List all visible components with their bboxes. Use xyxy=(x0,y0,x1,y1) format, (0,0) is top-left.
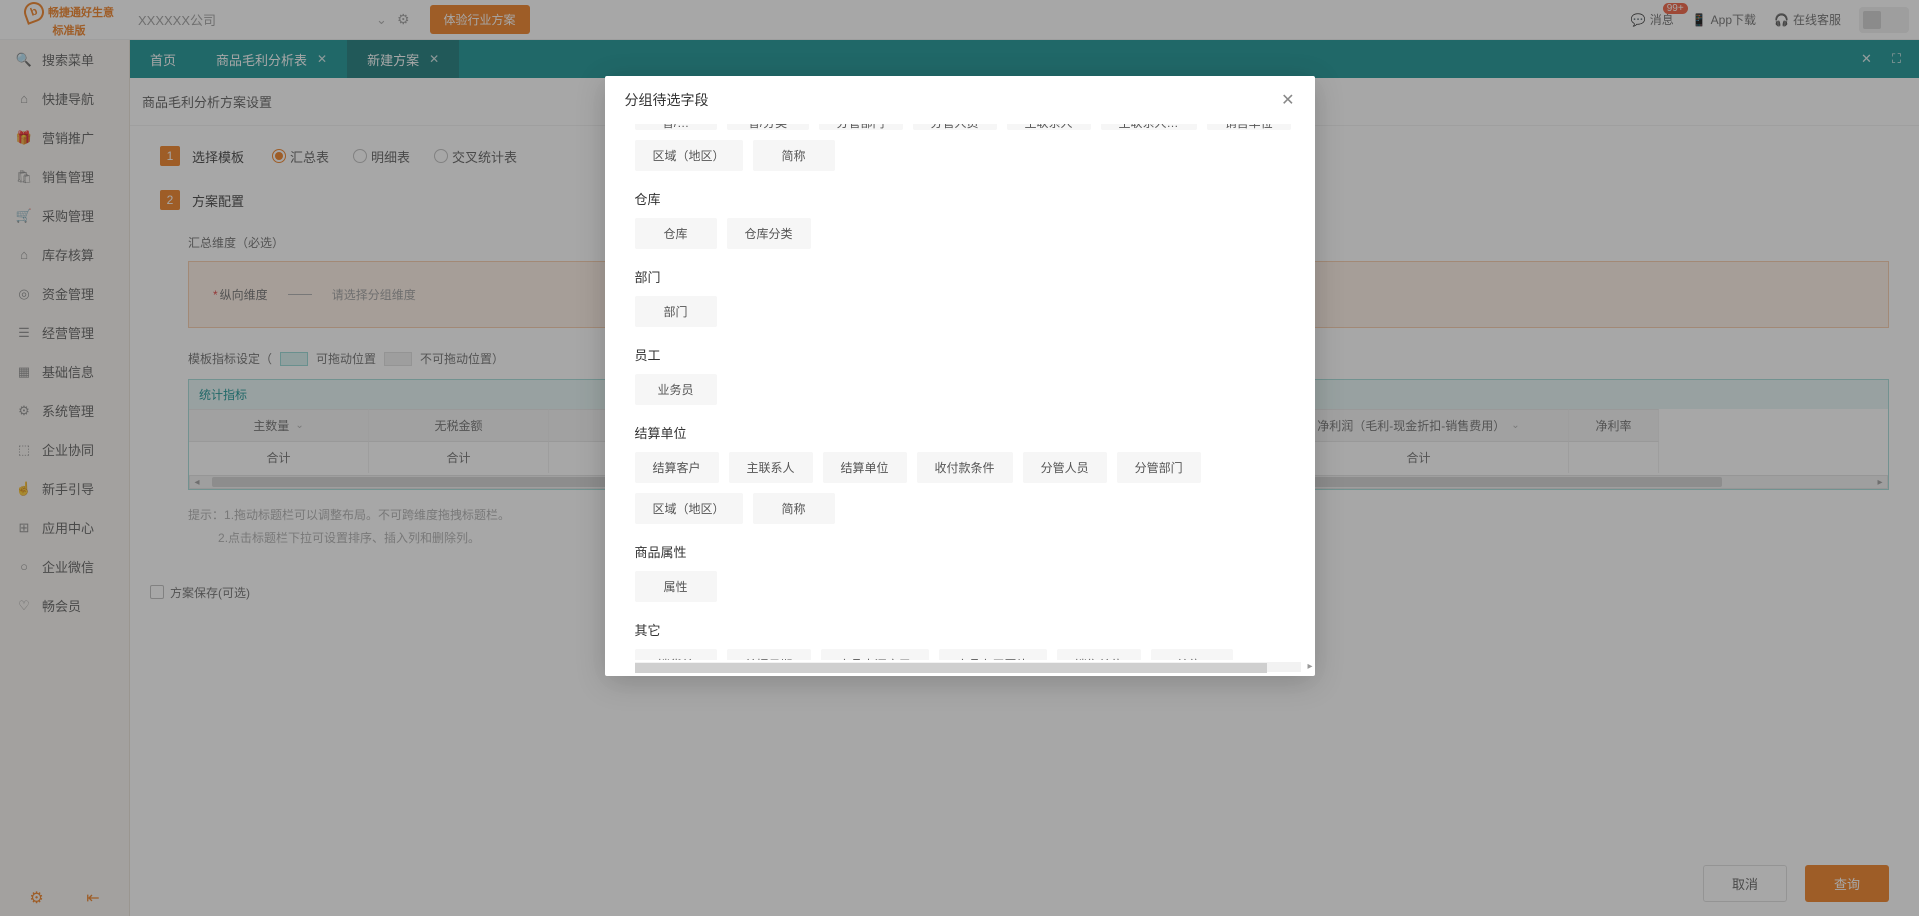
field-chip[interactable]: 业务员 xyxy=(635,374,717,405)
modal-header: 分组待选字段 ✕ xyxy=(605,76,1315,124)
field-chip[interactable]: 简称 xyxy=(753,140,835,171)
field-chip[interactable]: 简称 xyxy=(753,493,835,524)
field-chip[interactable]: 区域（地区） xyxy=(635,493,743,524)
modal-horizontal-scrollbar[interactable]: ▸ xyxy=(635,662,1301,672)
field-chip[interactable]: 主联系人 xyxy=(729,452,813,483)
field-chip[interactable]: 区域（地区） xyxy=(635,140,743,171)
field-group: 部门部门 xyxy=(635,267,1301,327)
field-group-title: 员工 xyxy=(635,345,1301,364)
field-chip[interactable]: 仓库分类 xyxy=(727,218,811,249)
field-chip[interactable]: 主联系人 xyxy=(1007,124,1091,130)
modal-mask: 分组待选字段 ✕ 省/…省/分类分管部门分管人员主联系人主联系人…销售单位 区域… xyxy=(0,0,1919,916)
field-group-title: 仓库 xyxy=(635,189,1301,208)
field-chip[interactable]: 省/… xyxy=(635,124,717,130)
field-chip[interactable]: 属性 xyxy=(635,571,717,602)
field-chip[interactable]: 结算单位 xyxy=(823,452,907,483)
field-chip[interactable]: 部门 xyxy=(635,296,717,327)
field-chip[interactable]: 主联系人… xyxy=(1101,124,1197,130)
field-group: 员工业务员 xyxy=(635,345,1301,405)
modal: 分组待选字段 ✕ 省/…省/分类分管部门分管人员主联系人主联系人…销售单位 区域… xyxy=(605,76,1315,676)
field-chip[interactable]: 省/分类 xyxy=(727,124,809,130)
field-group-title: 结算单位 xyxy=(635,423,1301,442)
field-chip[interactable]: 分管部门 xyxy=(1117,452,1201,483)
field-group: 结算单位结算客户主联系人结算单位收付款条件分管人员分管部门区域（地区）简称 xyxy=(635,423,1301,524)
field-group-title: 部门 xyxy=(635,267,1301,286)
field-chip[interactable]: 单据日期 xyxy=(727,649,811,660)
field-chip[interactable]: 单位2 xyxy=(1151,649,1233,660)
modal-body: 省/…省/分类分管部门分管人员主联系人主联系人…销售单位 区域（地区）简称 仓库… xyxy=(605,124,1315,660)
field-chip[interactable]: 商品来源应用 xyxy=(821,649,929,660)
field-chip[interactable]: 收付款条件 xyxy=(917,452,1013,483)
field-chip[interactable]: 销售单位 xyxy=(1207,124,1291,130)
field-chip[interactable]: 分管人员 xyxy=(913,124,997,130)
field-group: 商品属性属性 xyxy=(635,542,1301,602)
modal-close-button[interactable]: ✕ xyxy=(1281,90,1294,110)
field-group: 其它销货单单据日期商品来源应用商品有无图片销售单位单位2主计量制单人审核人出库人… xyxy=(635,620,1301,660)
field-chip[interactable]: 分管人员 xyxy=(1023,452,1107,483)
field-chip[interactable]: 商品有无图片 xyxy=(939,649,1047,660)
modal-title: 分组待选字段 xyxy=(625,90,709,110)
field-chip[interactable]: 分管部门 xyxy=(819,124,903,130)
field-group-title: 商品属性 xyxy=(635,542,1301,561)
field-chip[interactable]: 销售单位 xyxy=(1057,649,1141,660)
field-group-title: 其它 xyxy=(635,620,1301,639)
field-group: 仓库仓库仓库分类 xyxy=(635,189,1301,249)
field-chip[interactable]: 结算客户 xyxy=(635,452,719,483)
field-chip[interactable]: 仓库 xyxy=(635,218,717,249)
field-chip[interactable]: 销货单 xyxy=(635,649,717,660)
